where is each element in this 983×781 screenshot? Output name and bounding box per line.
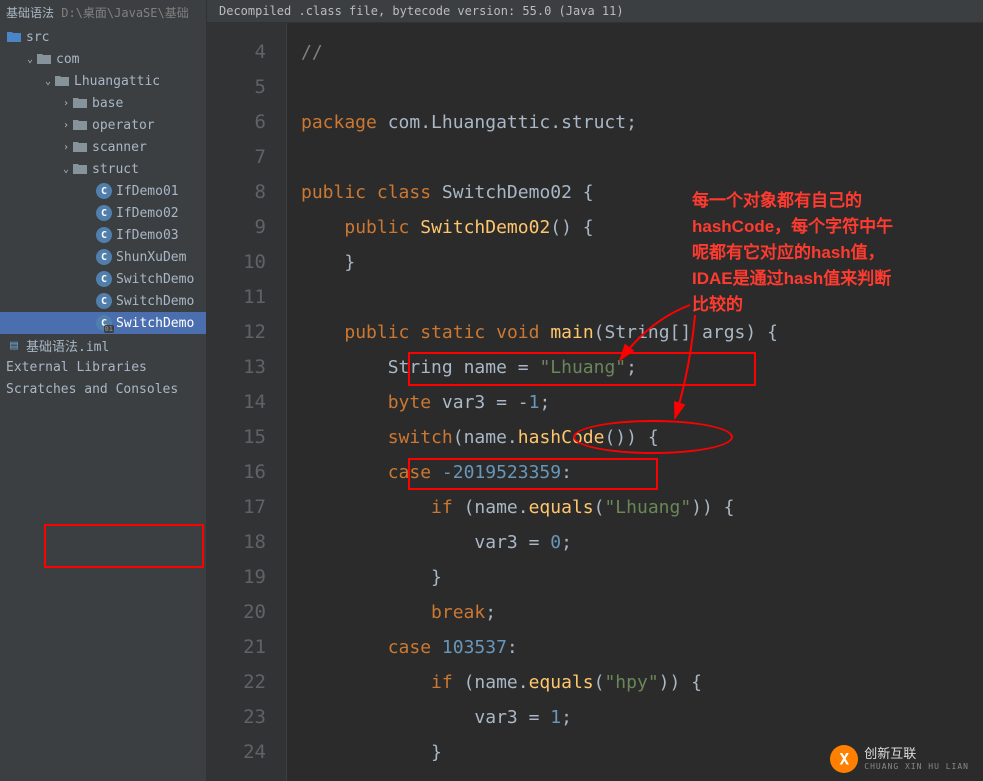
project-path: D:\桌面\JavaSE\基础: [61, 4, 188, 21]
watermark: 创新互联 CHUANG XIN HU LIAN: [830, 745, 969, 773]
folder-label: base: [92, 96, 123, 111]
folder-label: operator: [92, 118, 155, 133]
class-icon: C: [96, 183, 112, 199]
tree-folder-scanner[interactable]: › scanner: [0, 136, 206, 158]
tree-file[interactable]: C IfDemo01: [0, 180, 206, 202]
chevron-down-icon: ⌄: [60, 164, 72, 175]
class-icon: C: [96, 227, 112, 243]
folder-icon: [72, 161, 88, 177]
tree-file-selected[interactable]: C SwitchDemo: [0, 312, 206, 334]
tree-folder-operator[interactable]: › operator: [0, 114, 206, 136]
tree-file[interactable]: C SwitchDemo: [0, 290, 206, 312]
tree-external-libraries[interactable]: External Libraries: [0, 356, 206, 378]
file-label: SwitchDemo: [116, 294, 194, 309]
project-sidebar: 基础语法 D:\桌面\JavaSE\基础 src ⌄ com ⌄ Lhuanga…: [0, 0, 207, 781]
folder-label: External Libraries: [6, 360, 147, 375]
file-label: ShunXuDem: [116, 250, 186, 265]
folder-label: src: [26, 30, 49, 45]
watermark-sub: CHUANG XIN HU LIAN: [864, 762, 969, 771]
chevron-right-icon: ›: [60, 142, 72, 153]
folder-label: struct: [92, 162, 139, 177]
file-label: IfDemo02: [116, 206, 179, 221]
class-icon: C: [96, 293, 112, 309]
line-gutter: 456789101112131415161718192021222324: [207, 23, 287, 781]
annotation-text: 每一个对象都有自己的 hashCode，每个字符中午 呢都有它对应的hash值，…: [692, 188, 893, 318]
folder-label: Scratches and Consoles: [6, 382, 178, 397]
class-icon: C: [96, 205, 112, 221]
code-content[interactable]: // package com.Lhuangattic.struct; publi…: [287, 23, 778, 781]
folder-icon: [72, 139, 88, 155]
project-name: 基础语法: [6, 4, 54, 21]
file-label: SwitchDemo: [116, 316, 194, 331]
tree-folder-src[interactable]: src: [0, 26, 206, 48]
editor-area: Decompiled .class file, bytecode version…: [207, 0, 983, 781]
tree-folder-struct[interactable]: ⌄ struct: [0, 158, 206, 180]
tree-file[interactable]: C ShunXuDem: [0, 246, 206, 268]
folder-icon: [36, 51, 52, 67]
tree-file[interactable]: C IfDemo02: [0, 202, 206, 224]
file-label: SwitchDemo: [116, 272, 194, 287]
class-icon: C: [96, 249, 112, 265]
tree-folder-pkg[interactable]: ⌄ Lhuangattic: [0, 70, 206, 92]
tree-file[interactable]: C SwitchDemo: [0, 268, 206, 290]
tree-folder-com[interactable]: ⌄ com: [0, 48, 206, 70]
file-label: 基础语法.iml: [26, 336, 109, 355]
chevron-right-icon: ›: [60, 120, 72, 131]
folder-label: com: [56, 52, 79, 67]
class-icon: C: [96, 271, 112, 287]
folder-label: Lhuangattic: [74, 74, 160, 89]
class-decompiled-icon: C: [96, 315, 112, 331]
tree-scratches[interactable]: Scratches and Consoles: [0, 378, 206, 400]
project-tree: src ⌄ com ⌄ Lhuangattic › base › operato…: [0, 24, 206, 400]
folder-icon: [72, 117, 88, 133]
folder-icon: [6, 29, 22, 45]
tree-iml-file[interactable]: ▤ 基础语法.iml: [0, 334, 206, 356]
code-area[interactable]: 456789101112131415161718192021222324 // …: [207, 23, 983, 781]
chevron-down-icon: ⌄: [42, 76, 54, 87]
folder-label: scanner: [92, 140, 147, 155]
chevron-right-icon: ›: [60, 98, 72, 109]
iml-icon: ▤: [6, 337, 22, 353]
tree-file[interactable]: C IfDemo03: [0, 224, 206, 246]
folder-icon: [72, 95, 88, 111]
chevron-down-icon: ⌄: [24, 54, 36, 65]
folder-icon: [54, 73, 70, 89]
watermark-brand: 创新互联: [864, 748, 969, 762]
file-label: IfDemo03: [116, 228, 179, 243]
watermark-logo-icon: [830, 745, 858, 773]
breadcrumb: 基础语法 D:\桌面\JavaSE\基础: [0, 0, 206, 24]
file-label: IfDemo01: [116, 184, 179, 199]
tree-folder-base[interactable]: › base: [0, 92, 206, 114]
decompile-banner: Decompiled .class file, bytecode version…: [207, 0, 983, 23]
